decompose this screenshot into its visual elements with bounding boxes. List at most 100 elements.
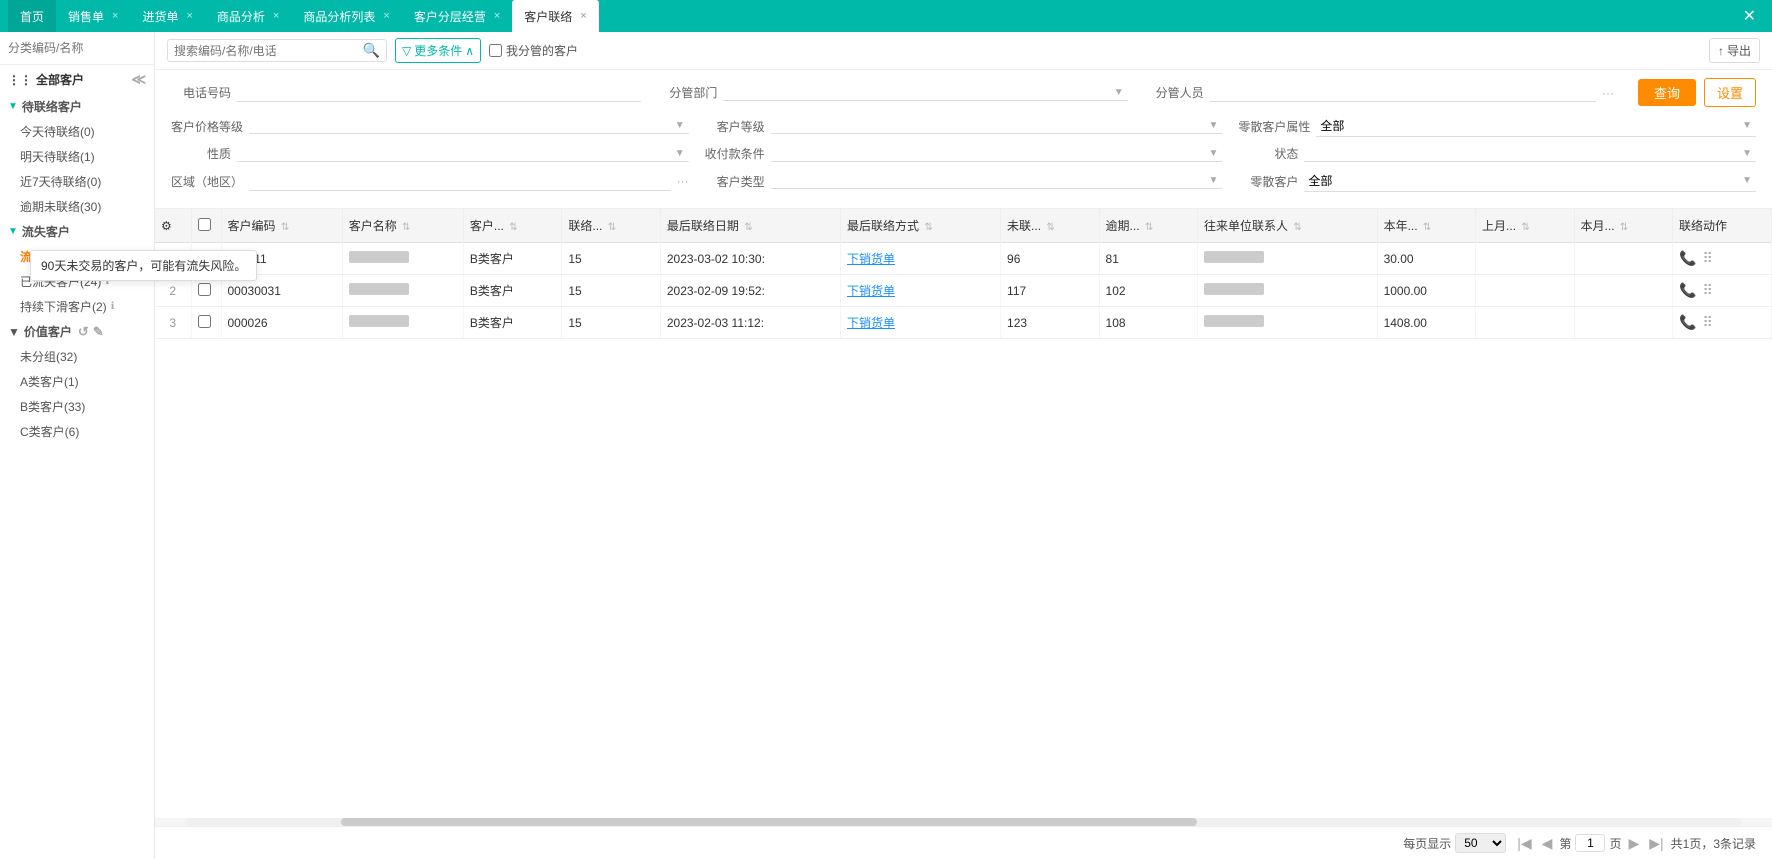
per-page-select[interactable]: 50 20 100 [1455, 833, 1506, 853]
filter-more-button[interactable]: ▽ 更多条件 ∧ [395, 38, 481, 63]
next-page-button[interactable]: ▶ [1625, 835, 1642, 852]
sidebar-all-customers[interactable]: ⋮⋮ 全部客户 ≪ [0, 65, 154, 94]
action-phone-icon-0[interactable]: 📞 [1679, 250, 1696, 267]
col-overdue[interactable]: 逾期... ⇅ [1099, 209, 1197, 243]
tab-sales-close[interactable]: × [112, 10, 118, 22]
tab-home[interactable]: 首页 [8, 0, 56, 32]
col-uncontacted-label: 未联... [1007, 219, 1041, 233]
filter-customer-level-select[interactable]: ▼ [771, 118, 1223, 134]
tab-sales[interactable]: 销售单 × [56, 0, 130, 32]
filter-retail-attr-select[interactable]: 全部 ▼ [1316, 115, 1756, 137]
tab-customer-link-close[interactable]: × [580, 10, 586, 22]
table-row: 3 000026 B类客户 15 2023-02-03 11:12: 下销货单 … [155, 307, 1772, 339]
filter-chevron-icon: ∧ [465, 44, 474, 58]
tab-goods-analysis-list[interactable]: 商品分析列表 × [291, 0, 401, 32]
query-button[interactable]: 查询 [1638, 79, 1696, 106]
scrollbar-thumb[interactable] [341, 818, 1197, 826]
sidebar-item-class-c[interactable]: C类客户(6) [0, 419, 154, 444]
method-link-2[interactable]: 下销货单 [847, 316, 895, 330]
filter-region-input[interactable] [249, 172, 671, 191]
search-button-icon[interactable]: 🔍 [363, 42, 380, 59]
sidebar-search-input[interactable] [8, 41, 155, 55]
filter-payment-select[interactable]: ▼ [771, 146, 1223, 162]
action-more-icon-1[interactable]: ⠿ [1702, 282, 1712, 299]
sidebar-section-value[interactable]: ▼ 价值客户 ↺ ✎ [0, 319, 154, 344]
filter-person-dots[interactable]: ··· [1602, 86, 1614, 100]
filter-dept-select[interactable]: ▼ [723, 85, 1127, 101]
filter-retail-customer: 零散客户 全部 ▼ [1238, 170, 1756, 192]
action-more-icon-2[interactable]: ⠿ [1702, 314, 1712, 331]
settings-button[interactable]: 设置 [1704, 78, 1756, 107]
sidebar-item-today[interactable]: 今天待联络(0) [0, 119, 154, 144]
sidebar-item-overdue[interactable]: 逾期未联络(30) [0, 194, 154, 219]
col-customer-type[interactable]: 客户... ⇅ [463, 209, 561, 243]
filter-customer-type-select[interactable]: ▼ [771, 173, 1223, 189]
horizontal-scrollbar[interactable] [185, 818, 1742, 826]
search-input[interactable] [174, 44, 363, 58]
tab-goods-analysis-list-close[interactable]: × [383, 10, 389, 22]
prev-page-button[interactable]: ◀ [1539, 835, 1556, 852]
filter-person-input[interactable] [1210, 83, 1596, 102]
action-phone-icon-2[interactable]: 📞 [1679, 314, 1696, 331]
sidebar-item-class-a[interactable]: A类客户(1) [0, 369, 154, 394]
settings-icon[interactable]: ⚙ [161, 219, 172, 233]
col-unit-contact[interactable]: 往来单位联系人 ⇅ [1198, 209, 1378, 243]
first-page-button[interactable]: |◀ [1514, 835, 1534, 852]
filter-retail-customer-select[interactable]: 全部 ▼ [1304, 170, 1756, 192]
tab-goods-analysis-close[interactable]: × [273, 10, 279, 22]
cell-last-month-2 [1476, 307, 1574, 339]
filter-nature-select[interactable]: ▼ [237, 146, 689, 162]
my-customers-checkbox-wrap[interactable]: 我分管的客户 [489, 42, 578, 59]
col-last-month[interactable]: 上月... ⇅ [1476, 209, 1574, 243]
cell-date-1: 2023-02-09 19:52: [660, 275, 840, 307]
page-nav: |◀ ◀ 第 页 ▶ ▶| 共1页，3条记录 [1514, 834, 1756, 852]
cell-method-1: 下销货单 [840, 275, 1000, 307]
last-page-button[interactable]: ▶| [1646, 835, 1666, 852]
tab-goods-analysis[interactable]: 商品分析 × [205, 0, 291, 32]
row-checkbox-1[interactable] [198, 283, 211, 296]
tab-purchase[interactable]: 进货单 × [130, 0, 204, 32]
page-number-input[interactable] [1575, 834, 1605, 852]
sidebar-section-lost[interactable]: ▼ 流失客户 [0, 219, 154, 244]
sidebar-item-class-b[interactable]: B类客户(33) [0, 394, 154, 419]
tab-customer-tier-close[interactable]: × [494, 10, 500, 22]
sidebar-section-pending[interactable]: ▼ 待联络客户 [0, 94, 154, 119]
col-this-month[interactable]: 本月... ⇅ [1574, 209, 1672, 243]
sidebar-item-unclassified[interactable]: 未分组(32) [0, 344, 154, 369]
action-phone-icon-1[interactable]: 📞 [1679, 282, 1696, 299]
col-last-contact-method[interactable]: 最后联络方式 ⇅ [840, 209, 1000, 243]
col-name[interactable]: 客户名称 ⇅ [342, 209, 463, 243]
collapse-icon[interactable]: ≪ [131, 71, 146, 88]
col-uncontacted[interactable]: 未联... ⇅ [1001, 209, 1099, 243]
filter-status-select[interactable]: ▼ [1304, 146, 1756, 162]
sidebar-item-tomorrow[interactable]: 明天待联络(1) [0, 144, 154, 169]
action-more-icon-0[interactable]: ⠿ [1702, 250, 1712, 267]
export-button[interactable]: ↑ 导出 [1709, 38, 1760, 63]
refresh-icon[interactable]: ↺ [78, 324, 89, 340]
method-link-1[interactable]: 下销货单 [847, 284, 895, 298]
col-code[interactable]: 客户编码 ⇅ [221, 209, 342, 243]
cell-contact-2: 15 [562, 307, 660, 339]
sort-unit-contact-icon: ⇅ [1293, 222, 1301, 233]
filter-phone-input[interactable] [237, 83, 641, 102]
col-this-year[interactable]: 本年... ⇅ [1377, 209, 1475, 243]
col-last-contact-date[interactable]: 最后联络日期 ⇅ [660, 209, 840, 243]
method-link-0[interactable]: 下销货单 [847, 252, 895, 266]
col-overdue-label: 逾期... [1106, 219, 1140, 233]
row-checkbox-2[interactable] [198, 315, 211, 328]
my-customers-checkbox[interactable] [489, 44, 502, 57]
cell-action-1: 📞 ⠿ [1673, 275, 1772, 307]
col-contact[interactable]: 联络... ⇅ [562, 209, 660, 243]
edit-icon[interactable]: ✎ [93, 324, 104, 340]
tab-purchase-close[interactable]: × [186, 10, 192, 22]
tab-customer-tier[interactable]: 客户分层经营 × [402, 0, 512, 32]
window-close-button[interactable]: ✕ [1735, 6, 1764, 26]
sidebar-item-down-customer[interactable]: 持续下滑客户(2) ℹ [0, 294, 154, 319]
filter-price-level-select[interactable]: ▼ [249, 118, 689, 134]
filter-customer-type-arrow-icon: ▼ [1208, 175, 1218, 186]
tab-customer-link[interactable]: 客户联络 × [512, 0, 598, 32]
sidebar-item-week[interactable]: 近7天待联络(0) [0, 169, 154, 194]
select-all-checkbox[interactable] [198, 218, 211, 231]
filter-customer-level-label: 客户等级 [705, 118, 765, 135]
filter-region-dots[interactable]: ··· [677, 174, 689, 188]
